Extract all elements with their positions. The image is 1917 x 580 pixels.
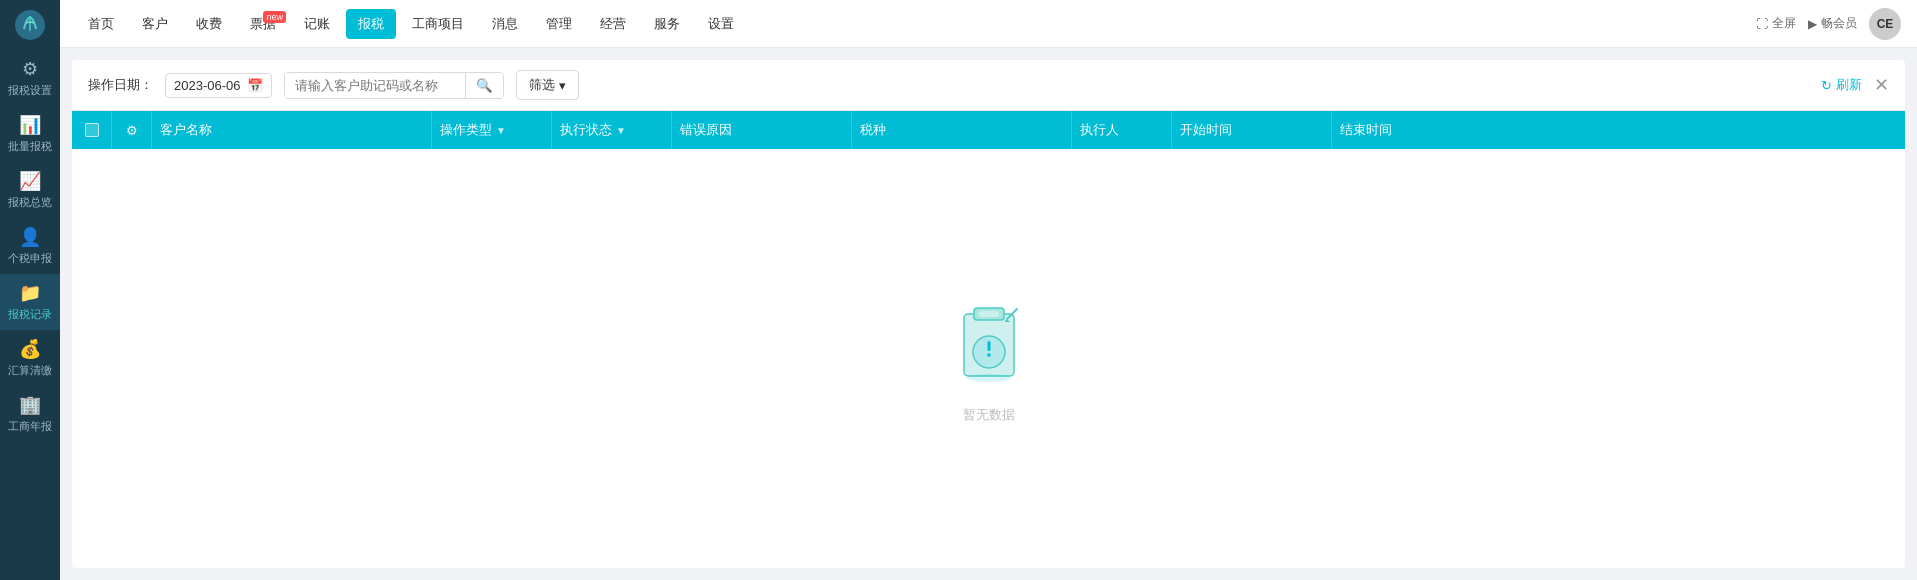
search-box: 🔍 bbox=[284, 72, 504, 99]
search-input[interactable] bbox=[285, 73, 465, 98]
annual-report-icon: 🏢 bbox=[19, 394, 41, 416]
nav-shezhi[interactable]: 设置 bbox=[696, 9, 746, 39]
sidebar-logo[interactable] bbox=[0, 0, 60, 50]
sidebar-item-label: 报税记录 bbox=[8, 307, 52, 322]
sidebar-item-baoshui-shezhi[interactable]: ⚙ 报税设置 bbox=[0, 50, 60, 106]
header-checkbox[interactable] bbox=[85, 123, 99, 137]
overview-icon: 📈 bbox=[19, 170, 41, 192]
settlement-icon: 💰 bbox=[19, 338, 41, 360]
nav-fuwu[interactable]: 服务 bbox=[642, 9, 692, 39]
th-tax-type: 税种 bbox=[852, 111, 1072, 149]
th-settings[interactable]: ⚙ bbox=[112, 111, 152, 149]
th-start-time: 开始时间 bbox=[1172, 111, 1332, 149]
table-body-empty: 暂无数据 bbox=[72, 149, 1905, 568]
th-exec-status[interactable]: 执行状态 ▼ bbox=[552, 111, 672, 149]
settings-icon: ⚙ bbox=[22, 58, 38, 80]
svg-point-6 bbox=[987, 353, 991, 357]
top-navigation: 首页 客户 收费 票据 new 记账 报税 工商项目 消息 管理 经营 服务 设… bbox=[60, 0, 1917, 48]
svg-point-4 bbox=[973, 336, 1005, 368]
sort-icon-operation: ▼ bbox=[496, 125, 506, 136]
filter-button[interactable]: 筛选 ▾ bbox=[516, 70, 579, 100]
toolbar: 操作日期： 2023-06-06 📅 🔍 筛选 ▾ ↻ 刷新 bbox=[72, 60, 1905, 111]
th-checkbox[interactable] bbox=[72, 111, 112, 149]
main-area: 首页 客户 收费 票据 new 记账 报税 工商项目 消息 管理 经营 服务 设… bbox=[60, 0, 1917, 580]
filter-label: 筛选 bbox=[529, 76, 555, 94]
nav-items: 首页 客户 收费 票据 new 记账 报税 工商项目 消息 管理 经营 服务 设… bbox=[76, 9, 1756, 39]
date-label: 操作日期： bbox=[88, 76, 153, 94]
date-value: 2023-06-06 bbox=[174, 78, 241, 93]
vip-icon: ▶ bbox=[1808, 17, 1817, 31]
sidebar-item-label: 汇算清缴 bbox=[8, 363, 52, 378]
calendar-icon: 📅 bbox=[247, 78, 263, 93]
date-picker[interactable]: 2023-06-06 📅 bbox=[165, 73, 272, 98]
nav-baoshui[interactable]: 报税 bbox=[346, 9, 396, 39]
sidebar-item-geshuishenbao[interactable]: 👤 个税申报 bbox=[0, 218, 60, 274]
nav-shoufei[interactable]: 收费 bbox=[184, 9, 234, 39]
sort-icon-status: ▼ bbox=[616, 125, 626, 136]
sidebar-item-huisuan-jiaona[interactable]: 💰 汇算清缴 bbox=[0, 330, 60, 386]
search-button[interactable]: 🔍 bbox=[465, 73, 503, 98]
user-avatar[interactable]: CE bbox=[1869, 8, 1901, 40]
svg-rect-3 bbox=[979, 311, 999, 317]
nav-jingying[interactable]: 经营 bbox=[588, 9, 638, 39]
nav-gongshang[interactable]: 工商项目 bbox=[400, 9, 476, 39]
record-icon: 📁 bbox=[19, 282, 41, 304]
fullscreen-icon: ⛶ bbox=[1756, 17, 1768, 31]
close-button[interactable]: ✕ bbox=[1874, 76, 1889, 94]
nav-xiaoxi[interactable]: 消息 bbox=[480, 9, 530, 39]
page-content: 操作日期： 2023-06-06 📅 🔍 筛选 ▾ ↻ 刷新 bbox=[72, 60, 1905, 568]
sidebar-item-label: 个税申报 bbox=[8, 251, 52, 266]
content-area: 操作日期： 2023-06-06 📅 🔍 筛选 ▾ ↻ 刷新 bbox=[60, 48, 1917, 580]
new-badge: new bbox=[263, 11, 286, 24]
svg-rect-5 bbox=[987, 341, 990, 351]
nav-guanli[interactable]: 管理 bbox=[534, 9, 584, 39]
nav-home[interactable]: 首页 bbox=[76, 9, 126, 39]
sidebar-item-label: 报税设置 bbox=[8, 83, 52, 98]
sidebar-item-label: 批量报税 bbox=[8, 139, 52, 154]
vip-button[interactable]: ▶ 畅会员 bbox=[1808, 15, 1857, 32]
settings-col-icon: ⚙ bbox=[126, 123, 138, 138]
sidebar-item-label: 报税总览 bbox=[8, 195, 52, 210]
topnav-right: ⛶ 全屏 ▶ 畅会员 CE bbox=[1756, 8, 1901, 40]
th-operation-type[interactable]: 操作类型 ▼ bbox=[432, 111, 552, 149]
table-header: ⚙ 客户名称 操作类型 ▼ 执行状态 ▼ 错误原因 bbox=[72, 111, 1905, 149]
nav-piao[interactable]: 票据 new bbox=[238, 9, 288, 39]
svg-point-9 bbox=[967, 374, 1011, 382]
refresh-button[interactable]: ↻ 刷新 bbox=[1821, 76, 1862, 94]
chevron-down-icon: ▾ bbox=[559, 78, 566, 93]
sidebar-item-gongshang-nianbao[interactable]: 🏢 工商年报 bbox=[0, 386, 60, 442]
empty-text: 暂无数据 bbox=[963, 406, 1015, 424]
empty-state: 暂无数据 bbox=[939, 294, 1039, 424]
sidebar-item-piliang-baoshui[interactable]: 📊 批量报税 bbox=[0, 106, 60, 162]
nav-jizhang[interactable]: 记账 bbox=[292, 9, 342, 39]
sidebar-item-baoshui-jilu[interactable]: 📁 报税记录 bbox=[0, 274, 60, 330]
sidebar-item-label: 工商年报 bbox=[8, 419, 52, 434]
th-executor: 执行人 bbox=[1072, 111, 1172, 149]
th-error-reason: 错误原因 bbox=[672, 111, 852, 149]
empty-illustration bbox=[939, 294, 1039, 394]
table-wrapper: ⚙ 客户名称 操作类型 ▼ 执行状态 ▼ 错误原因 bbox=[72, 111, 1905, 568]
nav-customer[interactable]: 客户 bbox=[130, 9, 180, 39]
fullscreen-button[interactable]: ⛶ 全屏 bbox=[1756, 15, 1796, 32]
batch-tax-icon: 📊 bbox=[19, 114, 41, 136]
sidebar-item-baoshui-zonglan[interactable]: 📈 报税总览 bbox=[0, 162, 60, 218]
personal-tax-icon: 👤 bbox=[19, 226, 41, 248]
refresh-icon: ↻ bbox=[1821, 78, 1832, 93]
th-end-time: 结束时间 bbox=[1332, 111, 1492, 149]
th-customer-name: 客户名称 bbox=[152, 111, 432, 149]
sidebar: ⚙ 报税设置 📊 批量报税 📈 报税总览 👤 个税申报 📁 报税记录 💰 汇算清… bbox=[0, 0, 60, 580]
